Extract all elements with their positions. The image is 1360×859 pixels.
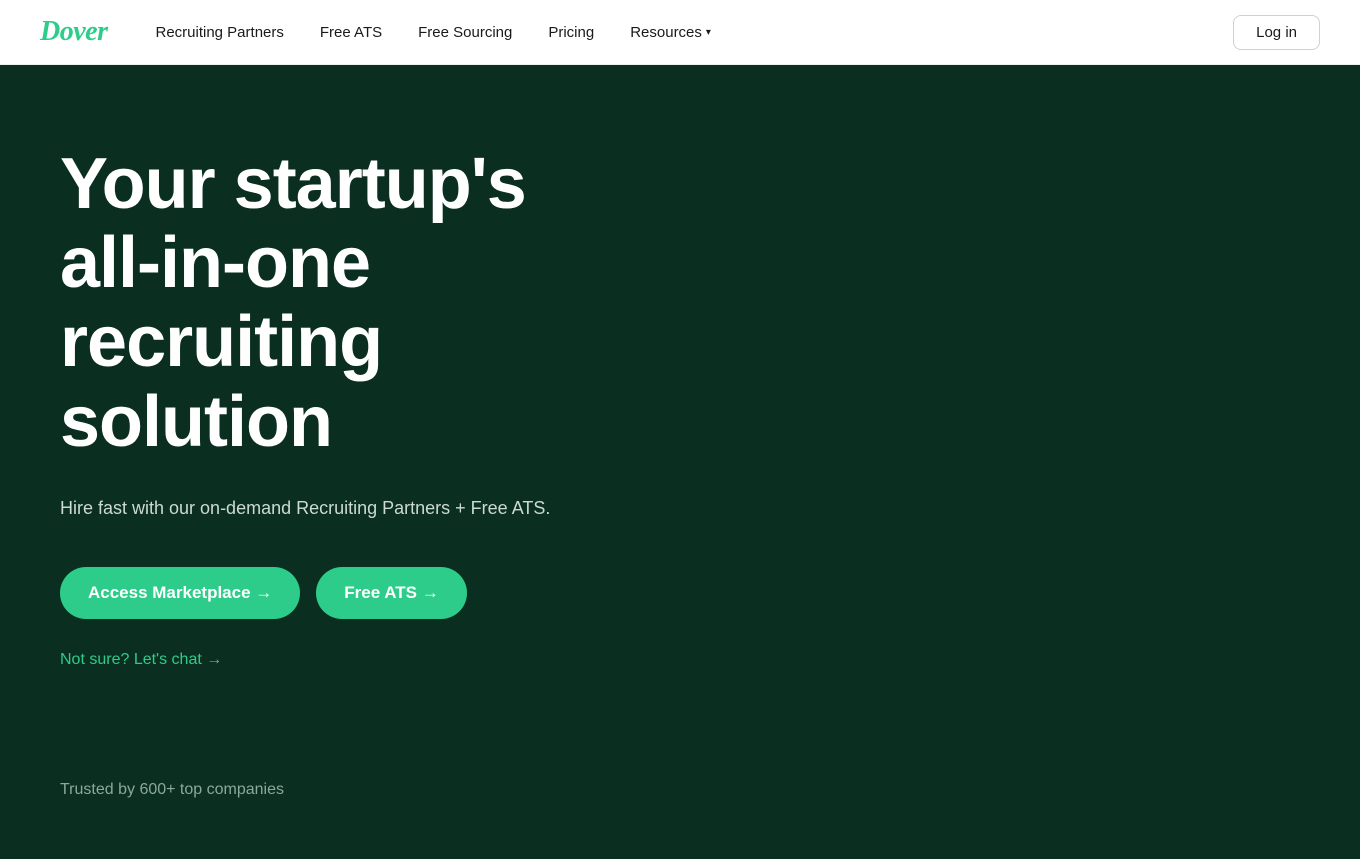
chevron-down-icon: ▾ [706, 27, 711, 38]
nav-item-recruiting-partners[interactable]: Recruiting Partners [155, 24, 283, 41]
hero-content: Your startup's all-in-one recruiting sol… [60, 145, 680, 669]
navbar: Dover Recruiting Partners Free ATS Free … [0, 0, 1360, 65]
hero-title-line2: all-in-one recruiting [60, 223, 382, 382]
nav-item-resources[interactable]: Resources ▾ [630, 24, 711, 41]
free-ats-button[interactable]: Free ATS → [316, 567, 466, 619]
nav-item-pricing[interactable]: Pricing [548, 24, 594, 41]
chat-link[interactable]: Not sure? Let's chat → [60, 651, 222, 668]
hero-buttons: Access Marketplace → Free ATS → [60, 567, 680, 619]
logo[interactable]: Dover [40, 16, 107, 48]
hero-footer: Trusted by 600+ top companies [60, 701, 1300, 799]
nav-links: Recruiting Partners Free ATS Free Sourci… [155, 24, 1233, 41]
nav-item-free-sourcing[interactable]: Free Sourcing [418, 24, 512, 41]
hero-title-line1: Your startup's [60, 144, 526, 224]
nav-item-free-ats[interactable]: Free ATS [320, 24, 382, 41]
hero-subtitle: Hire fast with our on-demand Recruiting … [60, 494, 680, 523]
hero-section: Your startup's all-in-one recruiting sol… [0, 65, 1360, 859]
login-button[interactable]: Log in [1233, 15, 1320, 50]
trusted-text: Trusted by 600+ top companies [60, 781, 1300, 799]
resources-label: Resources [630, 24, 702, 41]
access-marketplace-button[interactable]: Access Marketplace → [60, 567, 300, 619]
hero-title-line3: solution [60, 382, 332, 462]
hero-title: Your startup's all-in-one recruiting sol… [60, 145, 680, 462]
